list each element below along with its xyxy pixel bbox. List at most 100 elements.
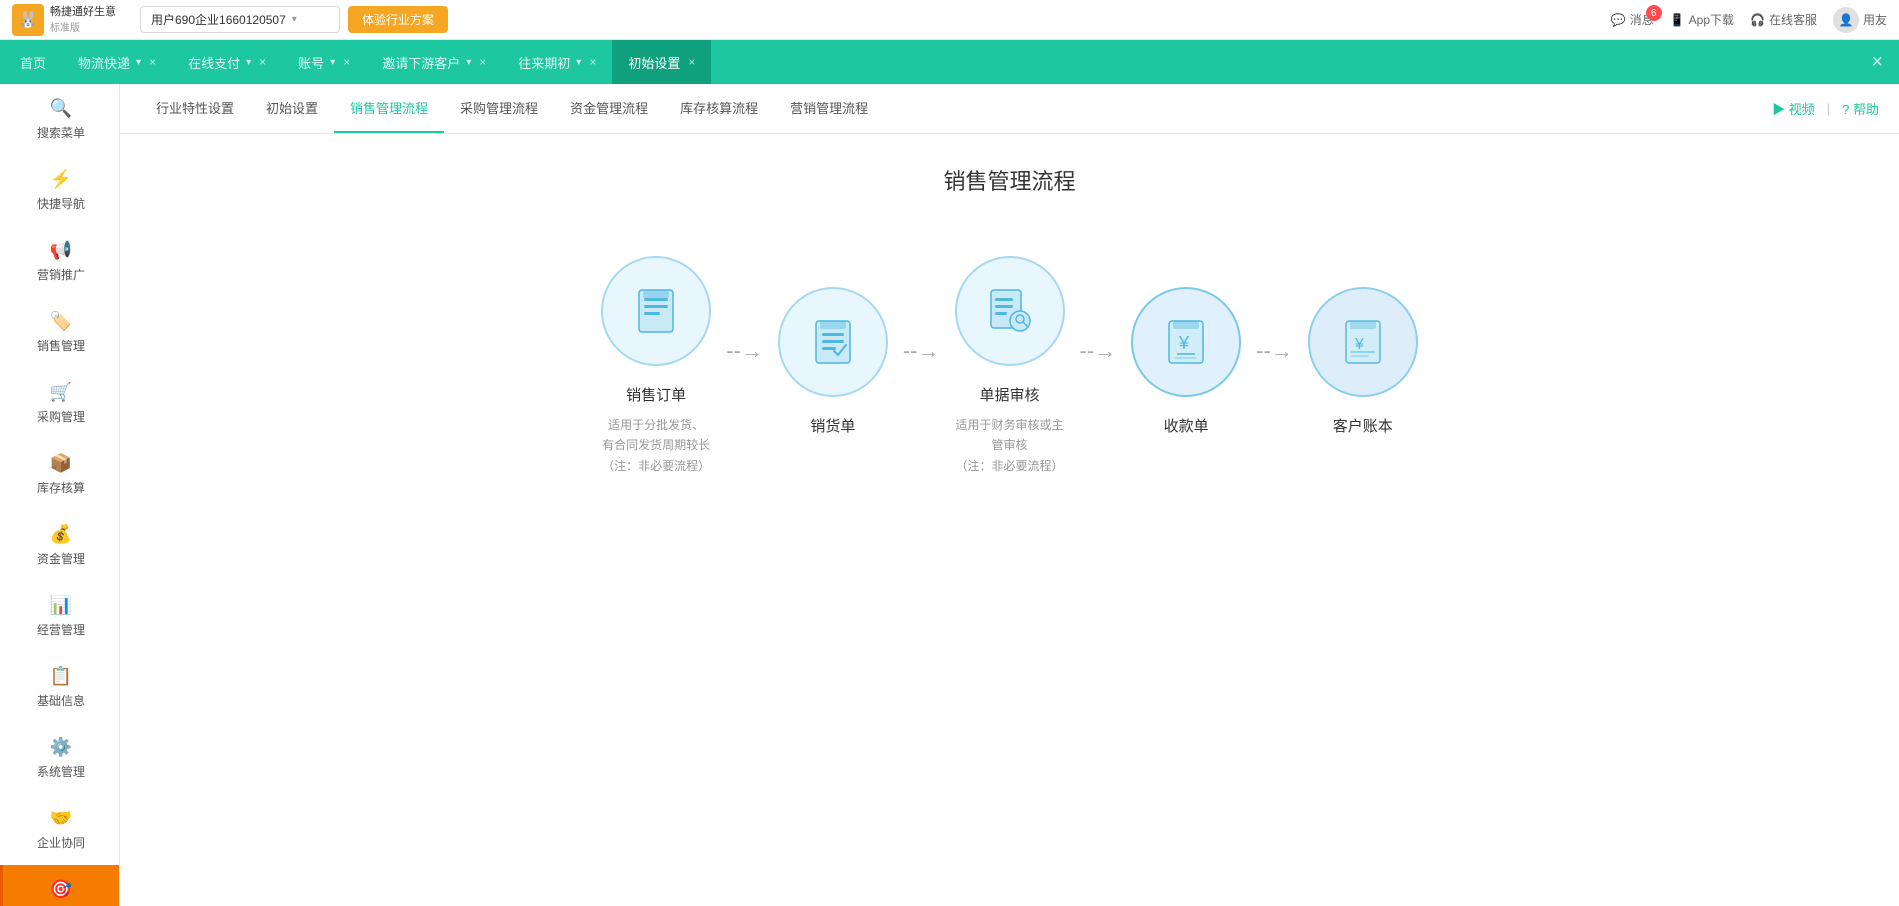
flow-circle-doc-review[interactable]	[955, 256, 1065, 366]
review-icon	[983, 284, 1037, 338]
flow-step-sales-invoice: 销货单	[753, 287, 913, 446]
flow-step-customer-ledger: ¥ 客户账本	[1283, 287, 1443, 446]
chevron-down-icon: ▾	[576, 57, 581, 68]
flow-circle-sales-invoice[interactable]	[778, 287, 888, 397]
close-icon[interactable]: ×	[688, 55, 695, 69]
user-selector[interactable]: 用户690企业1660120507 ▾	[140, 6, 340, 33]
svg-text:¥: ¥	[1178, 333, 1190, 353]
chevron-down-icon: ▾	[292, 14, 297, 25]
sidebar: 🔍 搜索菜单 ⚡ 快捷导航 📢 营销推广 🏷️ 销售管理 🛒 采购管理 📦 库存…	[0, 84, 120, 906]
sub-tab-actions: ▶ 视频 | ? 帮助	[1772, 99, 1879, 118]
flow-desc-doc-review: 适用于财务审核或主管审核（注：非必要流程）	[955, 415, 1063, 476]
close-icon[interactable]: ×	[589, 55, 596, 69]
logo-icon: 🐰	[12, 4, 44, 36]
sub-tab-industry[interactable]: 行业特性设置	[140, 84, 250, 133]
flow-desc-sales-order: 适用于分批发货、有合同发货周期较长（注：非必要流程）	[602, 415, 710, 476]
invoice-icon	[806, 315, 860, 369]
flow-label-sales-invoice: 销货单	[810, 415, 855, 436]
sidebar-item-new-guide[interactable]: 🎯 新手引导	[0, 865, 119, 906]
sub-tab-sales-flow[interactable]: 销售管理流程	[334, 84, 444, 133]
flow-label-sales-order: 销售订单	[626, 384, 686, 405]
receipt-icon: ¥	[1159, 315, 1213, 369]
chart-icon: 📊	[50, 595, 72, 616]
sidebar-item-search[interactable]: 🔍 搜索菜单	[0, 84, 119, 155]
megaphone-icon: 📢	[50, 240, 72, 261]
page-title: 销售管理流程	[160, 164, 1859, 196]
sidebar-item-quick-nav[interactable]: ⚡ 快捷导航	[0, 155, 119, 226]
logo-sub: 标准版	[50, 19, 116, 34]
nav-tabs: 首页 物流快递▾× 在线支付▾× 账号▾× 邀请下游客户▾× 往来期初▾× 初始…	[0, 40, 1899, 84]
top-right-actions: 💬 消息 6 📱 App下载 🎧 在线客服 👤 用友	[1611, 7, 1887, 33]
video-help-button[interactable]: ▶ 视频	[1772, 99, 1815, 118]
flow-label-doc-review: 单据审核	[979, 384, 1039, 405]
headset-icon: 🎧	[1750, 13, 1765, 27]
chevron-down-icon: ▾	[246, 57, 251, 68]
chevron-down-icon: ▾	[466, 57, 471, 68]
tab-home[interactable]: 首页	[4, 40, 62, 84]
flow-diagram: 销售订单 适用于分批发货、有合同发货周期较长（注：非必要流程） --→	[160, 256, 1859, 476]
sub-tab-marketing-flow[interactable]: 营销管理流程	[774, 84, 884, 133]
user-selector-text: 用户690企业1660120507	[151, 11, 286, 28]
target-icon: 🎯	[50, 879, 72, 900]
tab-period[interactable]: 往来期初▾×	[502, 40, 612, 84]
money-icon: 💰	[50, 524, 72, 545]
sidebar-item-basic-info[interactable]: 📋 基础信息	[0, 652, 119, 723]
logo-text: 畅捷通好生意	[50, 5, 116, 19]
user-menu-button[interactable]: 👤 用友	[1833, 7, 1887, 33]
close-icon[interactable]: ×	[259, 55, 266, 69]
sidebar-item-marketing-promo[interactable]: 📢 营销推广	[0, 226, 119, 297]
box-icon: 📦	[50, 453, 72, 474]
messages-badge: 6	[1646, 5, 1662, 21]
flow-step-receipt: ¥ 收款单	[1106, 287, 1266, 446]
order-icon	[629, 284, 683, 338]
message-icon: 💬	[1611, 13, 1626, 27]
help-button[interactable]: ? 帮助	[1842, 99, 1879, 118]
ledger-icon: ¥	[1336, 315, 1390, 369]
sub-tabs: 行业特性设置 初始设置 销售管理流程 采购管理流程 资金管理流程 库存核算流程 …	[120, 84, 1899, 134]
flow-step-sales-order: 销售订单 适用于分批发货、有合同发货周期较长（注：非必要流程）	[576, 256, 736, 476]
clipboard-icon: 📋	[50, 666, 72, 687]
sub-tab-purchase-flow[interactable]: 采购管理流程	[444, 84, 554, 133]
svg-text:¥: ¥	[1354, 336, 1364, 353]
chevron-down-icon: ▾	[136, 57, 141, 68]
sidebar-item-sales-mgmt[interactable]: 🏷️ 销售管理	[0, 297, 119, 368]
sidebar-item-finance-mgmt[interactable]: 💰 资金管理	[0, 510, 119, 581]
sidebar-item-enterprise-collab[interactable]: 🤝 企业协同	[0, 794, 119, 865]
trial-button[interactable]: 体验行业方案	[348, 6, 448, 33]
chevron-down-icon: ▾	[330, 57, 335, 68]
tab-payment[interactable]: 在线支付▾×	[172, 40, 282, 84]
flow-label-receipt: 收款单	[1164, 415, 1209, 436]
online-service-button[interactable]: 🎧 在线客服	[1750, 11, 1817, 28]
top-bar: 🐰 畅捷通好生意 标准版 用户690企业1660120507 ▾ 体验行业方案 …	[0, 0, 1899, 40]
tab-account[interactable]: 账号▾×	[282, 40, 366, 84]
tab-invite[interactable]: 邀请下游客户▾×	[366, 40, 502, 84]
sub-tab-inventory-flow[interactable]: 库存核算流程	[664, 84, 774, 133]
play-icon: ▶	[1772, 102, 1785, 117]
flow-circle-sales-order[interactable]	[601, 256, 711, 366]
messages-button[interactable]: 💬 消息 6	[1611, 11, 1654, 28]
avatar: 👤	[1833, 7, 1859, 33]
page-content: 销售管理流程 销售订单 适用于分批发货、有合同	[120, 134, 1899, 906]
close-icon[interactable]: ×	[149, 55, 156, 69]
tab-logistics[interactable]: 物流快递▾×	[62, 40, 172, 84]
sidebar-item-system-mgmt[interactable]: ⚙️ 系统管理	[0, 723, 119, 794]
flow-circle-receipt[interactable]: ¥	[1131, 287, 1241, 397]
sidebar-item-operations-mgmt[interactable]: 📊 经营管理	[0, 581, 119, 652]
handshake-icon: 🤝	[50, 808, 72, 829]
gear-icon: ⚙️	[50, 737, 72, 758]
content-area: 行业特性设置 初始设置 销售管理流程 采购管理流程 资金管理流程 库存核算流程 …	[120, 84, 1899, 906]
tab-initial-setup[interactable]: 初始设置×	[612, 40, 711, 84]
search-icon: 🔍	[50, 98, 72, 119]
close-icon[interactable]: ×	[479, 55, 486, 69]
app-download-button[interactable]: 📱 App下载	[1670, 11, 1734, 28]
close-icon[interactable]: ×	[343, 55, 350, 69]
sub-tab-finance-flow[interactable]: 资金管理流程	[554, 84, 664, 133]
sidebar-item-purchase-mgmt[interactable]: 🛒 采购管理	[0, 368, 119, 439]
sidebar-item-inventory[interactable]: 📦 库存核算	[0, 439, 119, 510]
close-all-tabs-button[interactable]: ×	[1859, 40, 1895, 84]
question-icon: ?	[1842, 102, 1849, 117]
flow-circle-customer-ledger[interactable]: ¥	[1308, 287, 1418, 397]
tag-icon: 🏷️	[50, 311, 72, 332]
flow-label-customer-ledger: 客户账本	[1333, 415, 1393, 436]
sub-tab-initial[interactable]: 初始设置	[250, 84, 334, 133]
